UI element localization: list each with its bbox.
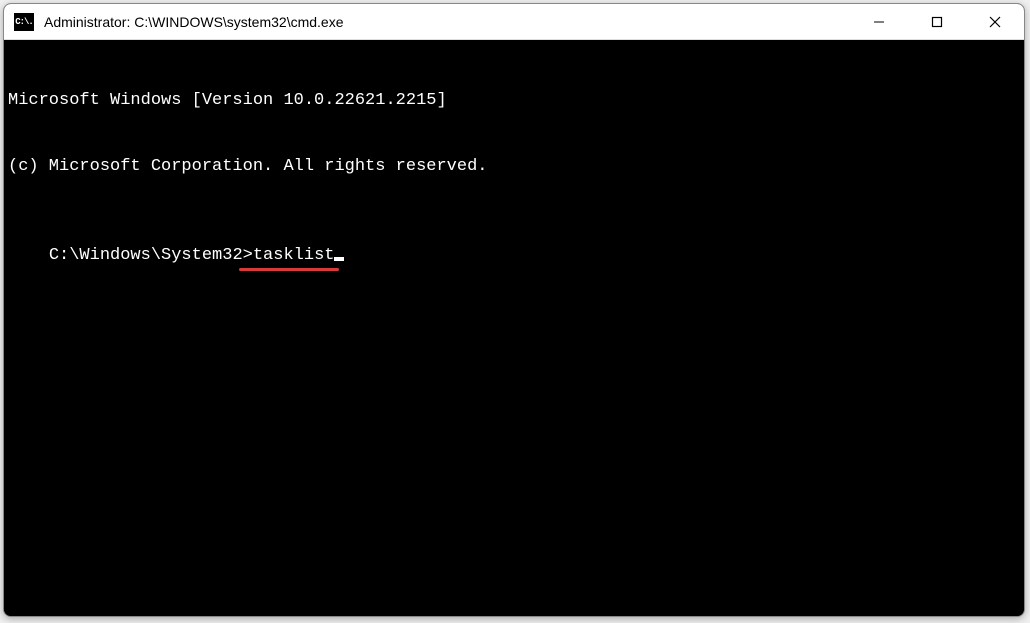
- terminal-prompt: C:\Windows\System32>: [49, 246, 253, 265]
- close-icon: [989, 16, 1001, 28]
- terminal-output-line: (c) Microsoft Corporation. All rights re…: [8, 156, 1020, 178]
- terminal-output-line: Microsoft Windows [Version 10.0.22621.22…: [8, 90, 1020, 112]
- cmd-icon-text: C:\.: [15, 17, 33, 27]
- cmd-window: C:\. Administrator: C:\WINDOWS\system32\…: [3, 3, 1025, 617]
- minimize-button[interactable]: [850, 4, 908, 39]
- minimize-icon: [873, 16, 885, 28]
- command-underline: [239, 268, 339, 271]
- cmd-icon: C:\.: [14, 13, 34, 31]
- terminal-prompt-line: C:\Windows\System32>tasklist: [49, 245, 345, 267]
- maximize-button[interactable]: [908, 4, 966, 39]
- window-controls: [850, 4, 1024, 39]
- terminal-command: tasklist: [253, 246, 335, 265]
- close-button[interactable]: [966, 4, 1024, 39]
- titlebar[interactable]: C:\. Administrator: C:\WINDOWS\system32\…: [4, 4, 1024, 40]
- window-title: Administrator: C:\WINDOWS\system32\cmd.e…: [44, 14, 850, 30]
- terminal-cursor: [334, 257, 344, 261]
- maximize-icon: [931, 16, 943, 28]
- terminal-area[interactable]: Microsoft Windows [Version 10.0.22621.22…: [4, 40, 1024, 616]
